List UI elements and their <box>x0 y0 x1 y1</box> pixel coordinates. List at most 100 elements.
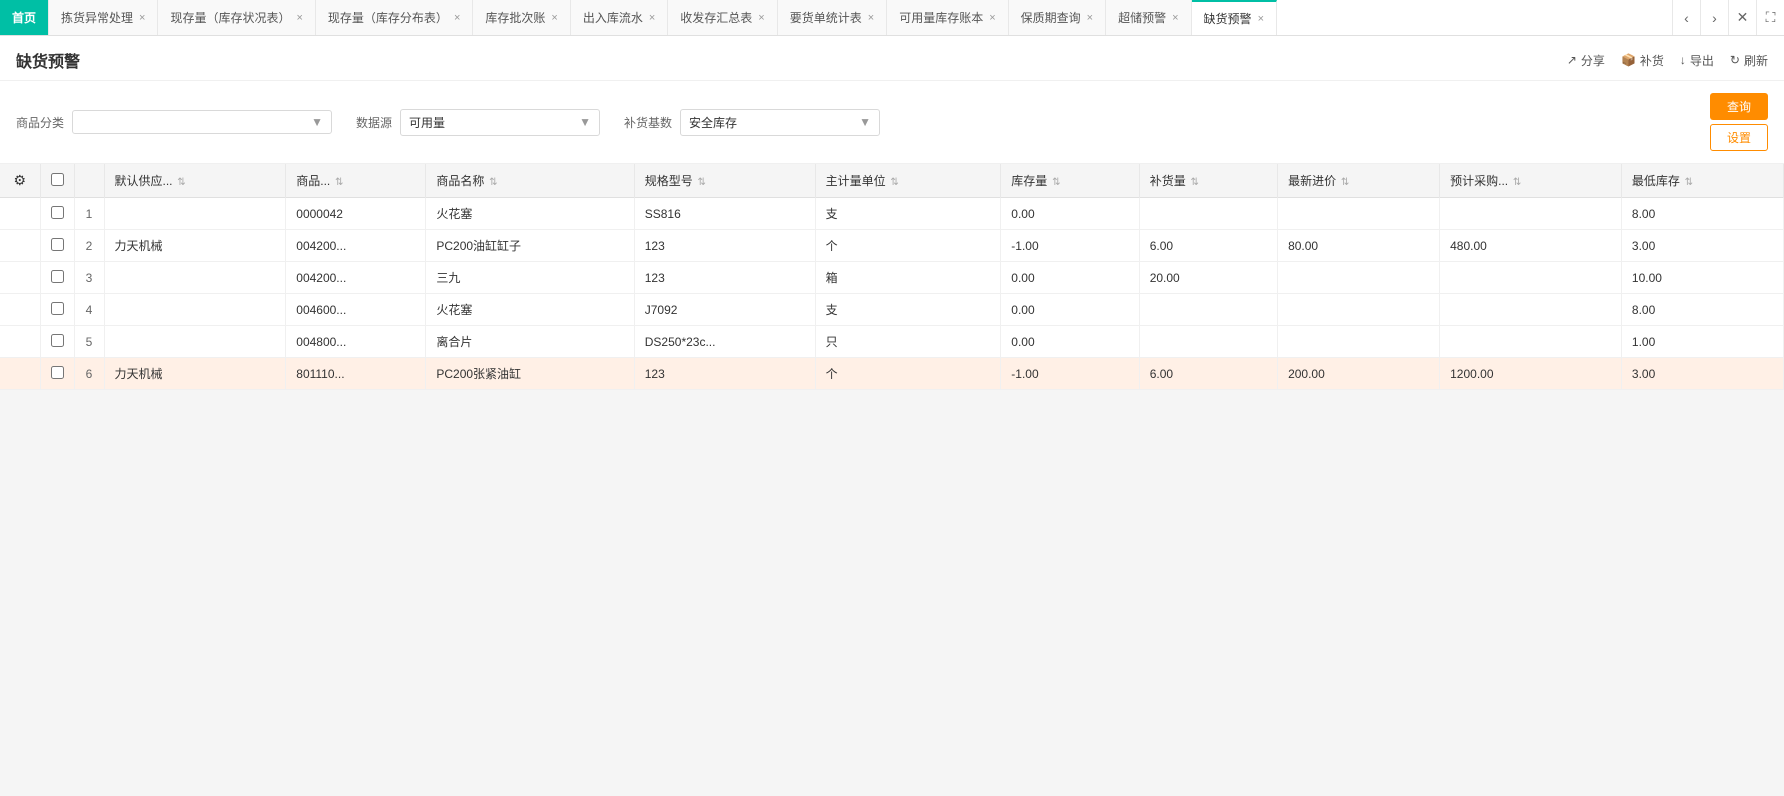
tab-label-10: 超储预警 <box>1118 9 1166 26</box>
tab-close-10[interactable]: × <box>1172 12 1178 24</box>
refresh-action[interactable]: ↻ 刷新 <box>1730 52 1768 69</box>
column-min_stock[interactable]: 最低库存 ⇅ <box>1621 164 1783 198</box>
cell-estimated_purchase-1: 480.00 <box>1440 230 1622 262</box>
tab-item-2[interactable]: 现存量（库存状况表） × <box>158 0 315 35</box>
tab-close-1[interactable]: × <box>139 12 145 24</box>
tab-close-9[interactable]: × <box>1087 12 1093 24</box>
filter-row: 商品分类 ▼ 数据源 可用量 ▼ 补货基数 安全库存 ▼ <box>0 81 1784 164</box>
settings-button[interactable]: 设置 <box>1710 124 1768 151</box>
tab-label-4: 库存批次账 <box>485 9 545 26</box>
category-select[interactable]: ▼ <box>72 110 332 134</box>
row-select-checkbox-1[interactable] <box>51 238 64 251</box>
table-row[interactable]: 3004200...三九123箱0.0020.0010.00 <box>0 262 1784 294</box>
tab-close-button[interactable]: ✕ <box>1728 0 1756 36</box>
tab-label-5: 出入库流水 <box>583 9 643 26</box>
row-checkbox-4[interactable] <box>40 326 74 358</box>
restock-base-select-arrow-icon: ▼ <box>859 115 871 129</box>
tab-close-11[interactable]: × <box>1258 13 1264 25</box>
tab-nav-buttons: ‹ › ✕ ⛶ <box>1672 0 1784 36</box>
tab-close-7[interactable]: × <box>868 12 874 24</box>
tab-fullscreen-button[interactable]: ⛶ <box>1756 0 1784 36</box>
sort-icon-supplier: ⇅ <box>175 177 186 188</box>
row-checkbox-3[interactable] <box>40 294 74 326</box>
tab-bar: 首页拣货异常处理×现存量（库存状况表）×现存量（库存分布表）×库存批次账×出入库… <box>0 0 1784 36</box>
row-checkbox-2[interactable] <box>40 262 74 294</box>
tab-item-7[interactable]: 要货单统计表× <box>778 0 887 35</box>
share-action[interactable]: ↗ 分享 <box>1567 52 1605 69</box>
tab-item-5[interactable]: 出入库流水 × <box>571 0 668 35</box>
tab-item-3[interactable]: 现存量（库存分布表）× <box>316 0 473 35</box>
column-label-unit: 主计量单位 <box>826 174 886 188</box>
column-restock[interactable]: 补货量 ⇅ <box>1139 164 1277 198</box>
column-stock[interactable]: 库存量 ⇅ <box>1001 164 1139 198</box>
tab-close-5[interactable]: × <box>649 12 655 24</box>
tab-next-button[interactable]: › <box>1700 0 1728 36</box>
cell-supplier-2 <box>104 262 286 294</box>
column-latest_price[interactable]: 最新进价 ⇅ <box>1278 164 1440 198</box>
cell-supplier-4 <box>104 326 286 358</box>
datasource-select[interactable]: 可用量 ▼ <box>400 109 600 136</box>
restock-base-filter-group: 补货基数 安全库存 ▼ <box>624 109 880 136</box>
row-select-checkbox-4[interactable] <box>51 334 64 347</box>
tab-item-4[interactable]: 库存批次账 × <box>473 0 570 35</box>
tab-item-10[interactable]: 超储预警 × <box>1106 0 1191 35</box>
tab-item-6[interactable]: 收发存汇总表× <box>668 0 777 35</box>
query-button[interactable]: 查询 <box>1710 93 1768 120</box>
tab-item-8[interactable]: 可用量库存账本× <box>887 0 1008 35</box>
cell-min_stock-5: 3.00 <box>1621 358 1783 390</box>
cell-min_stock-4: 1.00 <box>1621 326 1783 358</box>
restock-base-label: 补货基数 <box>624 114 672 131</box>
column-name[interactable]: 商品名称 ⇅ <box>426 164 634 198</box>
tab-close-3[interactable]: × <box>454 12 460 24</box>
row-checkbox-0[interactable] <box>40 198 74 230</box>
cell-code-4: 004800... <box>286 326 426 358</box>
tab-item-0[interactable]: 首页 <box>0 0 49 35</box>
column-gear[interactable]: ⚙ <box>0 164 40 198</box>
tab-item-1[interactable]: 拣货异常处理× <box>49 0 158 35</box>
row-gear-0 <box>0 198 40 230</box>
row-checkbox-1[interactable] <box>40 230 74 262</box>
table-row[interactable]: 10000042火花塞SS816支0.008.00 <box>0 198 1784 230</box>
category-select-arrow-icon: ▼ <box>311 115 323 129</box>
column-spec[interactable]: 规格型号 ⇅ <box>634 164 815 198</box>
table-row[interactable]: 6力天机械801110...PC200张紧油缸123个-1.006.00200.… <box>0 358 1784 390</box>
column-supplier[interactable]: 默认供应... ⇅ <box>104 164 286 198</box>
restock-icon: 📦 <box>1621 53 1636 67</box>
page-title: 缺货预警 <box>16 48 80 72</box>
table-row[interactable]: 4004600...火花塞J7092支0.008.00 <box>0 294 1784 326</box>
cell-stock-4: 0.00 <box>1001 326 1139 358</box>
tab-item-9[interactable]: 保质期查询 × <box>1009 0 1106 35</box>
row-gear-2 <box>0 262 40 294</box>
column-label-stock: 库存量 <box>1011 174 1047 188</box>
column-unit[interactable]: 主计量单位 ⇅ <box>815 164 1001 198</box>
sort-icon-estimated_purchase: ⇅ <box>1510 177 1521 188</box>
column-checkbox[interactable] <box>40 164 74 198</box>
tab-label-9: 保质期查询 <box>1021 9 1081 26</box>
tab-prev-button[interactable]: ‹ <box>1672 0 1700 36</box>
row-select-checkbox-5[interactable] <box>51 366 64 379</box>
row-select-checkbox-2[interactable] <box>51 270 64 283</box>
row-checkbox-5[interactable] <box>40 358 74 390</box>
row-num-2: 3 <box>74 262 104 294</box>
select-all-checkbox[interactable] <box>51 173 64 186</box>
cell-restock-0 <box>1139 198 1277 230</box>
tab-close-6[interactable]: × <box>758 12 764 24</box>
tab-close-8[interactable]: × <box>989 12 995 24</box>
table-row[interactable]: 5004800...离合片DS250*23c...只0.001.00 <box>0 326 1784 358</box>
cell-estimated_purchase-3 <box>1440 294 1622 326</box>
column-estimated_purchase[interactable]: 预计采购... ⇅ <box>1440 164 1622 198</box>
row-select-checkbox-3[interactable] <box>51 302 64 315</box>
cell-unit-5: 个 <box>815 358 1001 390</box>
table-row[interactable]: 2力天机械004200...PC200油缸缸子123个-1.006.0080.0… <box>0 230 1784 262</box>
restock-action[interactable]: 📦 补货 <box>1621 52 1664 69</box>
cell-name-5: PC200张紧油缸 <box>426 358 634 390</box>
column-code[interactable]: 商品... ⇅ <box>286 164 426 198</box>
tab-item-11[interactable]: 缺货预警× <box>1192 0 1277 35</box>
tab-close-4[interactable]: × <box>551 12 557 24</box>
row-select-checkbox-0[interactable] <box>51 206 64 219</box>
column-label-estimated_purchase: 预计采购... <box>1450 174 1508 188</box>
tab-close-2[interactable]: × <box>296 12 302 24</box>
export-action[interactable]: ↓ 导出 <box>1680 52 1714 69</box>
restock-base-select[interactable]: 安全库存 ▼ <box>680 109 880 136</box>
tab-label-2: 现存量（库存状况表） <box>170 9 290 26</box>
